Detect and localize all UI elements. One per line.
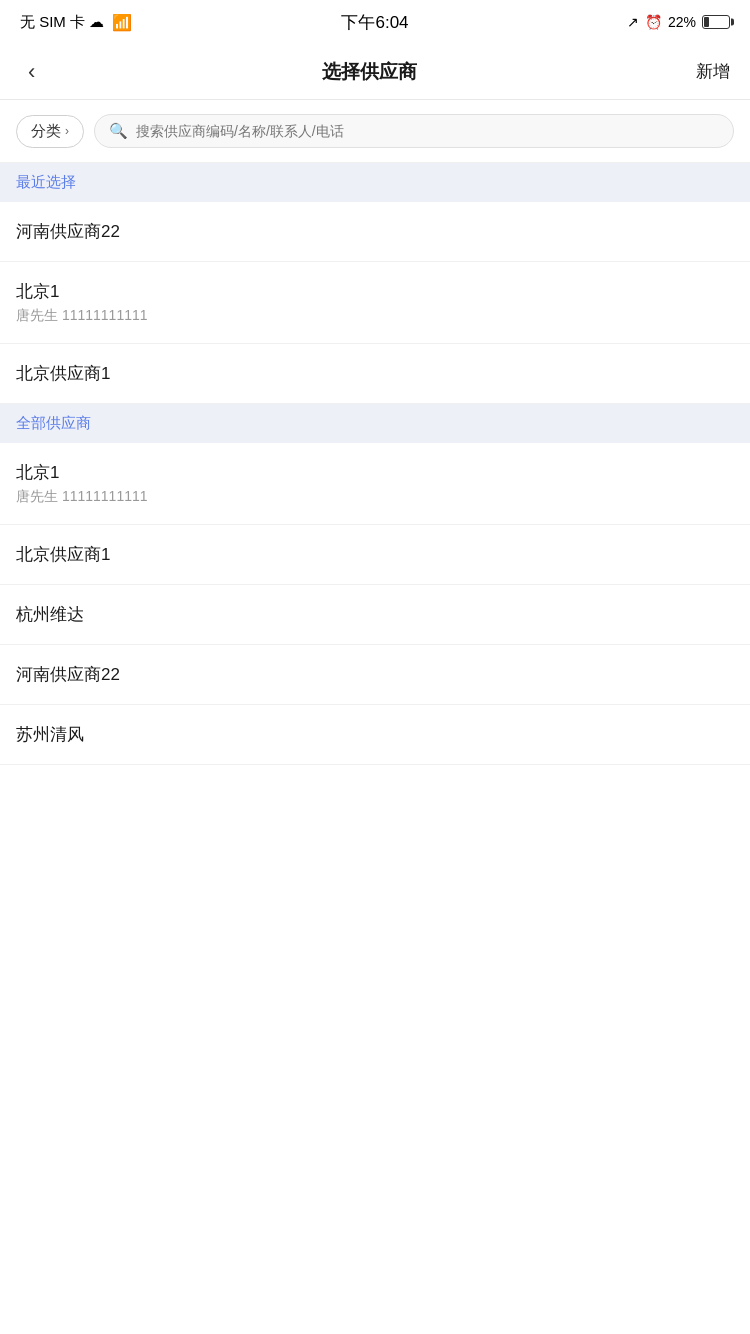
item-name: 北京供应商1 (16, 362, 734, 385)
status-time: 下午6:04 (341, 11, 408, 34)
item-name: 杭州维达 (16, 603, 734, 626)
all-list: 北京1 唐先生 11111111111 北京供应商1 杭州维达河南供应商22 苏州清风 (0, 443, 750, 765)
location-icon: ↗ (627, 14, 639, 30)
item-name: 苏州清风 (16, 723, 734, 746)
search-icon: 🔍 (109, 122, 128, 140)
battery-percent: 22% (668, 14, 696, 30)
alarm-icon: ⏰ (645, 14, 662, 30)
nav-bar: ‹ 选择供应商 新增 (0, 44, 750, 100)
list-item[interactable]: 北京供应商1 (0, 525, 750, 585)
search-input[interactable] (136, 123, 719, 139)
item-sub: 唐先生 11111111111 (16, 307, 734, 325)
item-name: 河南供应商22 (16, 220, 734, 243)
category-label: 分类 (31, 122, 61, 141)
chevron-right-icon: › (65, 124, 69, 138)
battery-icon (702, 15, 730, 29)
list-item[interactable]: 苏州清风 (0, 705, 750, 765)
battery-fill (704, 17, 709, 27)
wifi-icon: 📶 (112, 13, 132, 32)
page-title: 选择供应商 (322, 59, 417, 85)
status-right: ↗ ⏰ 22% (627, 14, 730, 30)
list-item[interactable]: 杭州维达 (0, 585, 750, 645)
all-section-label: 全部供应商 (16, 414, 91, 431)
list-item[interactable]: 北京1 唐先生 11111111111 (0, 262, 750, 344)
filter-bar: 分类 › 🔍 (0, 100, 750, 163)
item-name: 北京1 (16, 280, 734, 303)
status-bar: 无 SIM 卡 ☁ 📶 下午6:04 ↗ ⏰ 22% (0, 0, 750, 44)
item-name: 北京1 (16, 461, 734, 484)
status-left: 无 SIM 卡 ☁ 📶 (20, 13, 132, 32)
list-item[interactable]: 北京供应商1 (0, 344, 750, 404)
list-item[interactable]: 河南供应商22 (0, 645, 750, 705)
all-section-header: 全部供应商 (0, 404, 750, 443)
item-name: 北京供应商1 (16, 543, 734, 566)
recent-section-header: 最近选择 (0, 163, 750, 202)
recent-section-label: 最近选择 (16, 173, 76, 190)
list-item[interactable]: 河南供应商22 (0, 202, 750, 262)
list-item[interactable]: 北京1 唐先生 11111111111 (0, 443, 750, 525)
search-box[interactable]: 🔍 (94, 114, 734, 148)
item-sub: 唐先生 11111111111 (16, 488, 734, 506)
add-button[interactable]: 新增 (696, 60, 730, 83)
sim-status: 无 SIM 卡 ☁ (20, 13, 104, 32)
category-button[interactable]: 分类 › (16, 115, 84, 148)
item-name: 河南供应商22 (16, 663, 734, 686)
back-button[interactable]: ‹ (20, 51, 43, 93)
recent-list: 河南供应商22 北京1 唐先生 11111111111 北京供应商1 (0, 202, 750, 404)
